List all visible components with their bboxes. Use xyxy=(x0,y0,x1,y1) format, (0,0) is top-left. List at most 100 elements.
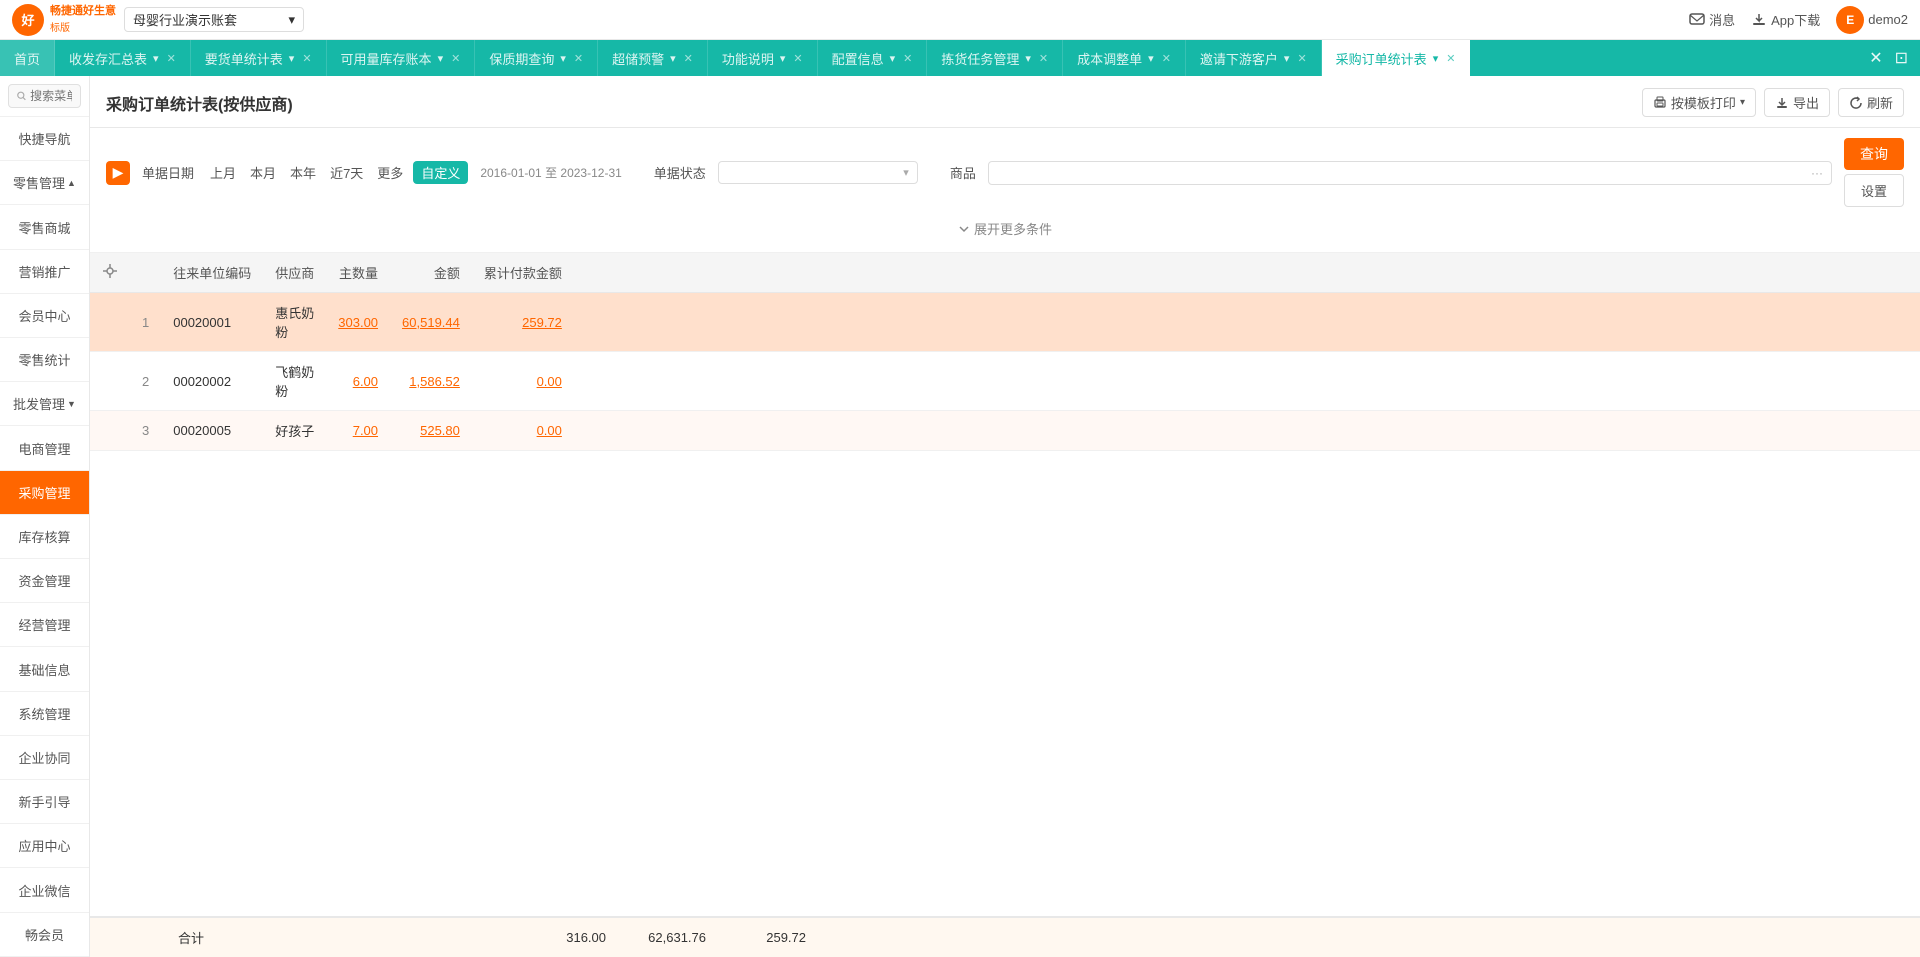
tab-close-icon[interactable]: ✕ xyxy=(167,52,176,65)
search-input-wrapper[interactable] xyxy=(8,84,81,108)
row-expand[interactable] xyxy=(90,352,130,411)
row-expand[interactable] xyxy=(90,411,130,451)
shortcut-this-year[interactable]: 本年 xyxy=(286,161,320,184)
row-main-qty[interactable]: 6.00 xyxy=(326,352,390,411)
row-expand[interactable] xyxy=(90,293,130,352)
tab-close-icon9[interactable]: ✕ xyxy=(1162,52,1171,65)
tab-invite[interactable]: 邀请下游客户 ▾ ✕ xyxy=(1186,40,1322,76)
sidebar-item-label: 基础信息 xyxy=(18,660,70,679)
tab-receive-send[interactable]: 收发存汇总表 ▾ ✕ xyxy=(55,40,191,76)
row-amount[interactable]: 60,519.44 xyxy=(390,293,472,352)
tab-close-icon11[interactable]: ✕ xyxy=(1446,52,1455,65)
sidebar-item-basic-info[interactable]: 基础信息 xyxy=(0,647,89,691)
sidebar-item-marketing[interactable]: 营销推广 xyxy=(0,250,89,294)
tab-config[interactable]: 配置信息 ▾ ✕ xyxy=(818,40,928,76)
sidebar-item-retail-mgmt[interactable]: 零售管理 xyxy=(0,161,89,205)
sidebar-item-new-guide[interactable]: 新手引导 xyxy=(0,780,89,824)
row-paid-amount[interactable]: 0.00 xyxy=(472,411,574,451)
sidebar-item-vip[interactable]: 畅会员 xyxy=(0,913,89,957)
row-unit-code: 00020001 xyxy=(161,293,263,352)
filter-row-actions: 查询 设置 xyxy=(1844,138,1904,207)
row-paid-amount[interactable]: 259.72 xyxy=(472,293,574,352)
tab-overstock[interactable]: 超储预警 ▾ ✕ xyxy=(598,40,708,76)
tab-warranty[interactable]: 保质期查询 ▾ ✕ xyxy=(475,40,598,76)
sidebar-item-stock-check[interactable]: 库存核算 xyxy=(0,515,89,559)
shortcut-custom[interactable]: 自定义 xyxy=(413,161,468,184)
sidebar-item-finance[interactable]: 资金管理 xyxy=(0,559,89,603)
sidebar-item-label: 电商管理 xyxy=(18,439,70,458)
tab-close-icon6[interactable]: ✕ xyxy=(793,52,802,65)
shortcut-7days[interactable]: 近7天 xyxy=(326,161,367,184)
sidebar-item-system[interactable]: 系统管理 xyxy=(0,692,89,736)
tab-close-icon7[interactable]: ✕ xyxy=(903,52,912,65)
tab-function[interactable]: 功能说明 ▾ ✕ xyxy=(708,40,818,76)
footer-amount: 62,631.76 xyxy=(618,930,718,945)
row-main-qty[interactable]: 303.00 xyxy=(326,293,390,352)
close-all-tabs-button[interactable]: ✕ xyxy=(1865,46,1886,70)
sidebar-item-retail-stats[interactable]: 零售统计 xyxy=(0,338,89,382)
tab-arrow-icon11: ▾ xyxy=(1433,52,1439,65)
col-settings[interactable] xyxy=(90,253,130,293)
filter-toggle-button[interactable]: ▶ xyxy=(106,161,130,185)
print-button[interactable]: 按模板打印 ▾ xyxy=(1642,88,1756,117)
tab-arrow-icon10: ▾ xyxy=(1284,52,1290,65)
message-button[interactable]: 消息 xyxy=(1689,10,1735,29)
tab-close-icon10[interactable]: ✕ xyxy=(1297,52,1306,65)
tab-purchase-summary[interactable]: 采购订单统计表 ▾ ✕ xyxy=(1322,40,1471,76)
sidebar-item-label: 零售管理 xyxy=(13,173,65,192)
goods-filter-input[interactable]: ··· xyxy=(988,161,1832,185)
row-amount[interactable]: 1,586.52 xyxy=(390,352,472,411)
refresh-icon xyxy=(1849,96,1863,110)
tab-order-stats[interactable]: 要货单统计表 ▾ ✕ xyxy=(191,40,327,76)
row-supplier: 好孩子 xyxy=(263,411,326,451)
column-settings-icon xyxy=(102,263,118,279)
sidebar-item-app-center[interactable]: 应用中心 xyxy=(0,824,89,868)
table-row[interactable]: 3 00020005 好孩子 7.00 525.80 0.00 xyxy=(90,411,1920,451)
sidebar-item-enterprise-wechat[interactable]: 企业微信 xyxy=(0,868,89,912)
sidebar-item-ops[interactable]: 经营管理 xyxy=(0,603,89,647)
query-button[interactable]: 查询 xyxy=(1844,138,1904,170)
app-download-button[interactable]: App下载 xyxy=(1751,10,1820,29)
row-main-qty[interactable]: 7.00 xyxy=(326,411,390,451)
status-filter-select[interactable]: ▾ xyxy=(718,161,918,184)
sidebar-item-member-center[interactable]: 会员中心 xyxy=(0,294,89,338)
row-paid-amount[interactable]: 0.00 xyxy=(472,352,574,411)
row-extra xyxy=(574,352,1920,411)
shortcut-this-month[interactable]: 本月 xyxy=(246,161,280,184)
logo-icon: 好 xyxy=(12,4,44,36)
table-row[interactable]: 2 00020002 飞鹤奶粉 6.00 1,586.52 0.00 xyxy=(90,352,1920,411)
tab-available-stock[interactable]: 可用量库存账本 ▾ ✕ xyxy=(327,40,476,76)
sidebar-item-wholesale[interactable]: 批发管理 xyxy=(0,382,89,426)
expand-more-button[interactable]: 展开更多条件 xyxy=(954,215,1056,242)
shortcut-more[interactable]: 更多 xyxy=(373,161,407,184)
sidebar-item-enterprise[interactable]: 企业协同 xyxy=(0,736,89,780)
page-header-actions: 按模板打印 ▾ 导出 xyxy=(1642,88,1904,117)
table-row[interactable]: 1 00020001 惠氏奶粉 303.00 60,519.44 259.72 xyxy=(90,293,1920,352)
tab-cost-adjust[interactable]: 成本调整单 ▾ ✕ xyxy=(1063,40,1186,76)
sidebar-item-purchase[interactable]: 采购管理 xyxy=(0,471,89,515)
tab-pick-task[interactable]: 拣货任务管理 ▾ ✕ xyxy=(927,40,1063,76)
row-amount[interactable]: 525.80 xyxy=(390,411,472,451)
tab-home[interactable]: 首页 xyxy=(0,40,55,76)
user-info[interactable]: E demo2 xyxy=(1836,6,1908,34)
sidebar-item-ecommerce[interactable]: 电商管理 xyxy=(0,426,89,470)
tab-close-icon4[interactable]: ✕ xyxy=(574,52,583,65)
shortcut-last-month[interactable]: 上月 xyxy=(206,161,240,184)
expand-tabs-button[interactable]: ⊡ xyxy=(1891,46,1912,70)
tab-arrow-icon4: ▾ xyxy=(560,52,566,65)
tab-close-icon8[interactable]: ✕ xyxy=(1039,52,1048,65)
refresh-button[interactable]: 刷新 xyxy=(1838,88,1904,117)
workspace-selector[interactable]: 母婴行业演示账套 ▾ xyxy=(124,7,304,32)
sidebar-search-input[interactable] xyxy=(30,89,72,103)
avatar-initial: E xyxy=(1846,13,1854,27)
tab-close-icon2[interactable]: ✕ xyxy=(302,52,311,65)
sidebar-item-label: 企业微信 xyxy=(18,881,70,900)
tab-close-icon3[interactable]: ✕ xyxy=(451,52,460,65)
sidebar-item-label: 企业协同 xyxy=(18,748,70,767)
settings-button[interactable]: 设置 xyxy=(1844,174,1904,207)
tab-close-icon5[interactable]: ✕ xyxy=(684,52,693,65)
tab-arrow-icon2: ▾ xyxy=(289,52,295,65)
export-button[interactable]: 导出 xyxy=(1764,88,1830,117)
sidebar-item-retail-mall[interactable]: 零售商城 xyxy=(0,205,89,249)
sidebar-item-quick-nav[interactable]: 快捷导航 xyxy=(0,117,89,161)
